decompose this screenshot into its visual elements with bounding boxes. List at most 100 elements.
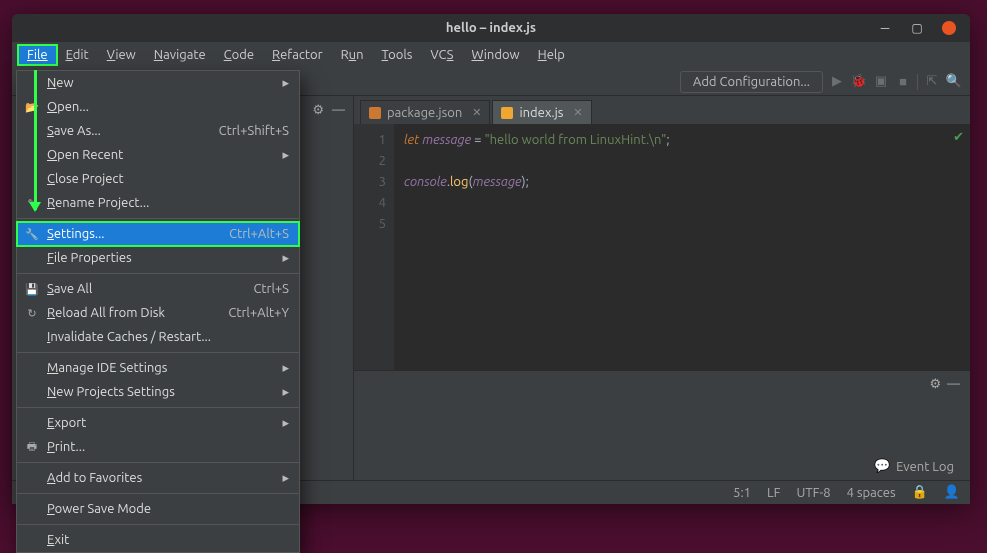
file-menu-dropdown: New ▸ 📂Open... Save As... Ctrl+Shift+S Open R… [16, 70, 300, 553]
menu-item-label: New [47, 76, 74, 90]
menu-tools[interactable]: Tools [373, 45, 422, 65]
lock-icon[interactable]: 🔒 [912, 485, 928, 500]
menu-item-label: Power Save Mode [47, 502, 151, 516]
file-menu-item[interactable]: 🖶 Print... [17, 435, 299, 459]
tab-label: index.js [519, 106, 563, 120]
debug-icon[interactable]: 🐞 [851, 74, 867, 90]
menu-file[interactable]: File [18, 45, 57, 65]
menu-item-label: Save All [47, 282, 92, 296]
submenu-arrow-icon: ▸ [282, 361, 289, 376]
file-encoding[interactable]: UTF-8 [797, 486, 831, 500]
code-text[interactable]: let message = "hello world from LinuxHin… [394, 124, 970, 370]
gear-icon[interactable]: ⚙ [312, 103, 324, 118]
file-menu-item[interactable]: 💾 Save All Ctrl+S [17, 277, 299, 301]
submenu-arrow-icon: ▸ [282, 251, 289, 266]
file-menu-item[interactable]: Manage IDE Settings ▸ [17, 356, 299, 380]
line-gutter: 1 2 3 4 5 [354, 124, 394, 370]
menu-item-label: File Properties [47, 251, 132, 265]
menu-item-icon: 💾 [25, 283, 39, 296]
submenu-arrow-icon: ▸ [282, 471, 289, 486]
inspection-ok-icon: ✔ [953, 130, 964, 145]
gear-icon[interactable]: ⚙ — [929, 377, 960, 392]
inspector-icon[interactable]: 👤 [944, 485, 960, 500]
json-file-icon [369, 107, 381, 119]
menu-vcs[interactable]: VCS [421, 45, 462, 65]
caret-position[interactable]: 5:1 [733, 486, 751, 500]
menu-item-label: Reload All from Disk [47, 306, 165, 320]
close-tab-icon[interactable]: ✕ [472, 106, 481, 119]
window-title: hello – index.js [12, 21, 970, 35]
submenu-arrow-icon: ▸ [282, 76, 289, 91]
menu-code[interactable]: Code [215, 45, 263, 65]
menu-item-label: Settings... [47, 227, 105, 241]
menu-item-label: Invalidate Caches / Restart... [47, 330, 211, 344]
menu-item-label: Manage IDE Settings [47, 361, 167, 375]
menu-help[interactable]: Help [529, 45, 574, 65]
menu-item-shortcut: Ctrl+S [253, 282, 289, 296]
hide-icon[interactable]: — [332, 103, 345, 117]
menu-item-shortcut: Ctrl+Alt+S [229, 227, 289, 241]
minimize-icon[interactable]: ─ [878, 21, 892, 35]
menubar: File Edit View Navigate Code Refactor Ru… [12, 42, 970, 68]
js-file-icon [501, 107, 513, 119]
event-log-button[interactable]: 💬 Event Log [868, 457, 960, 476]
file-menu-item[interactable]: Open Recent ▸ [17, 143, 299, 167]
close-tab-icon[interactable]: ✕ [573, 106, 582, 119]
menu-item-label: Exit [47, 533, 69, 547]
file-menu-item[interactable]: ✎Rename Project... [17, 191, 299, 215]
indent-setting[interactable]: 4 spaces [847, 486, 896, 500]
add-configuration-button[interactable]: Add Configuration... [680, 71, 823, 93]
editor-area: package.json ✕ index.js ✕ 1 2 3 4 5 let … [354, 96, 970, 480]
file-menu-item[interactable]: Add to Favorites ▸ [17, 466, 299, 490]
file-menu-item[interactable]: File Properties ▸ [17, 246, 299, 270]
submenu-arrow-icon: ▸ [282, 416, 289, 431]
file-menu-item[interactable]: ↻Reload All from DiskCtrl+Alt+Y [17, 301, 299, 325]
menu-edit[interactable]: Edit [57, 45, 98, 65]
menu-item-icon: 🔧 [25, 228, 39, 241]
code-editor[interactable]: 1 2 3 4 5 let message = "hello world fro… [354, 124, 970, 370]
file-menu-item[interactable]: New ▸ [17, 71, 299, 95]
submenu-arrow-icon: ▸ [282, 148, 289, 163]
titlebar: hello – index.js ─ ▢ [12, 14, 970, 42]
coverage-icon[interactable]: ▣ [873, 74, 889, 90]
close-icon[interactable] [942, 21, 956, 35]
menu-item-label: Print... [47, 440, 85, 454]
tab-package-json[interactable]: package.json ✕ [360, 100, 490, 124]
file-menu-item[interactable]: 🔧 Settings... Ctrl+Alt+S [17, 222, 299, 246]
expand-icon[interactable]: ⇱ [924, 74, 940, 90]
file-menu-item[interactable]: Exit [17, 528, 299, 552]
menu-view[interactable]: View [98, 45, 145, 65]
maximize-icon[interactable]: ▢ [910, 21, 924, 35]
menu-item-shortcut: Ctrl+Shift+S [219, 124, 289, 138]
file-menu-item[interactable]: Invalidate Caches / Restart... [17, 325, 299, 349]
stop-icon[interactable]: ■ [895, 74, 911, 90]
menu-run[interactable]: Run [332, 45, 373, 65]
file-menu-item[interactable]: Power Save Mode [17, 497, 299, 521]
tab-label: package.json [387, 106, 462, 120]
menu-refactor[interactable]: Refactor [263, 45, 332, 65]
menu-window[interactable]: Window [462, 45, 528, 65]
annotation-arrow [34, 70, 37, 210]
menu-item-icon: 🖶 [25, 438, 39, 457]
menu-item-label: Export [47, 416, 86, 430]
editor-tabs: package.json ✕ index.js ✕ [354, 96, 970, 124]
menu-item-icon: ↻ [25, 307, 39, 320]
file-menu-item[interactable]: Export ▸ [17, 411, 299, 435]
submenu-arrow-icon: ▸ [282, 385, 289, 400]
menu-item-label: Rename Project... [47, 196, 149, 210]
search-icon[interactable]: 🔍 [946, 74, 962, 90]
file-menu-item[interactable]: New Projects Settings ▸ [17, 380, 299, 404]
file-menu-item[interactable]: 📂Open... [17, 95, 299, 119]
tab-index-js[interactable]: index.js ✕ [492, 100, 591, 124]
run-icon[interactable]: ▶ [829, 74, 845, 90]
menu-navigate[interactable]: Navigate [145, 45, 215, 65]
menu-item-label: New Projects Settings [47, 385, 175, 399]
file-menu-item[interactable]: Close Project [17, 167, 299, 191]
file-menu-item[interactable]: Save As... Ctrl+Shift+S [17, 119, 299, 143]
line-separator[interactable]: LF [767, 486, 780, 500]
menu-item-label: Open... [47, 100, 89, 114]
event-log-icon: 💬 [874, 459, 890, 474]
menu-item-label: Open Recent [47, 148, 123, 162]
menu-item-label: Add to Favorites [47, 471, 142, 485]
menu-item-label: Save As... [47, 124, 101, 138]
